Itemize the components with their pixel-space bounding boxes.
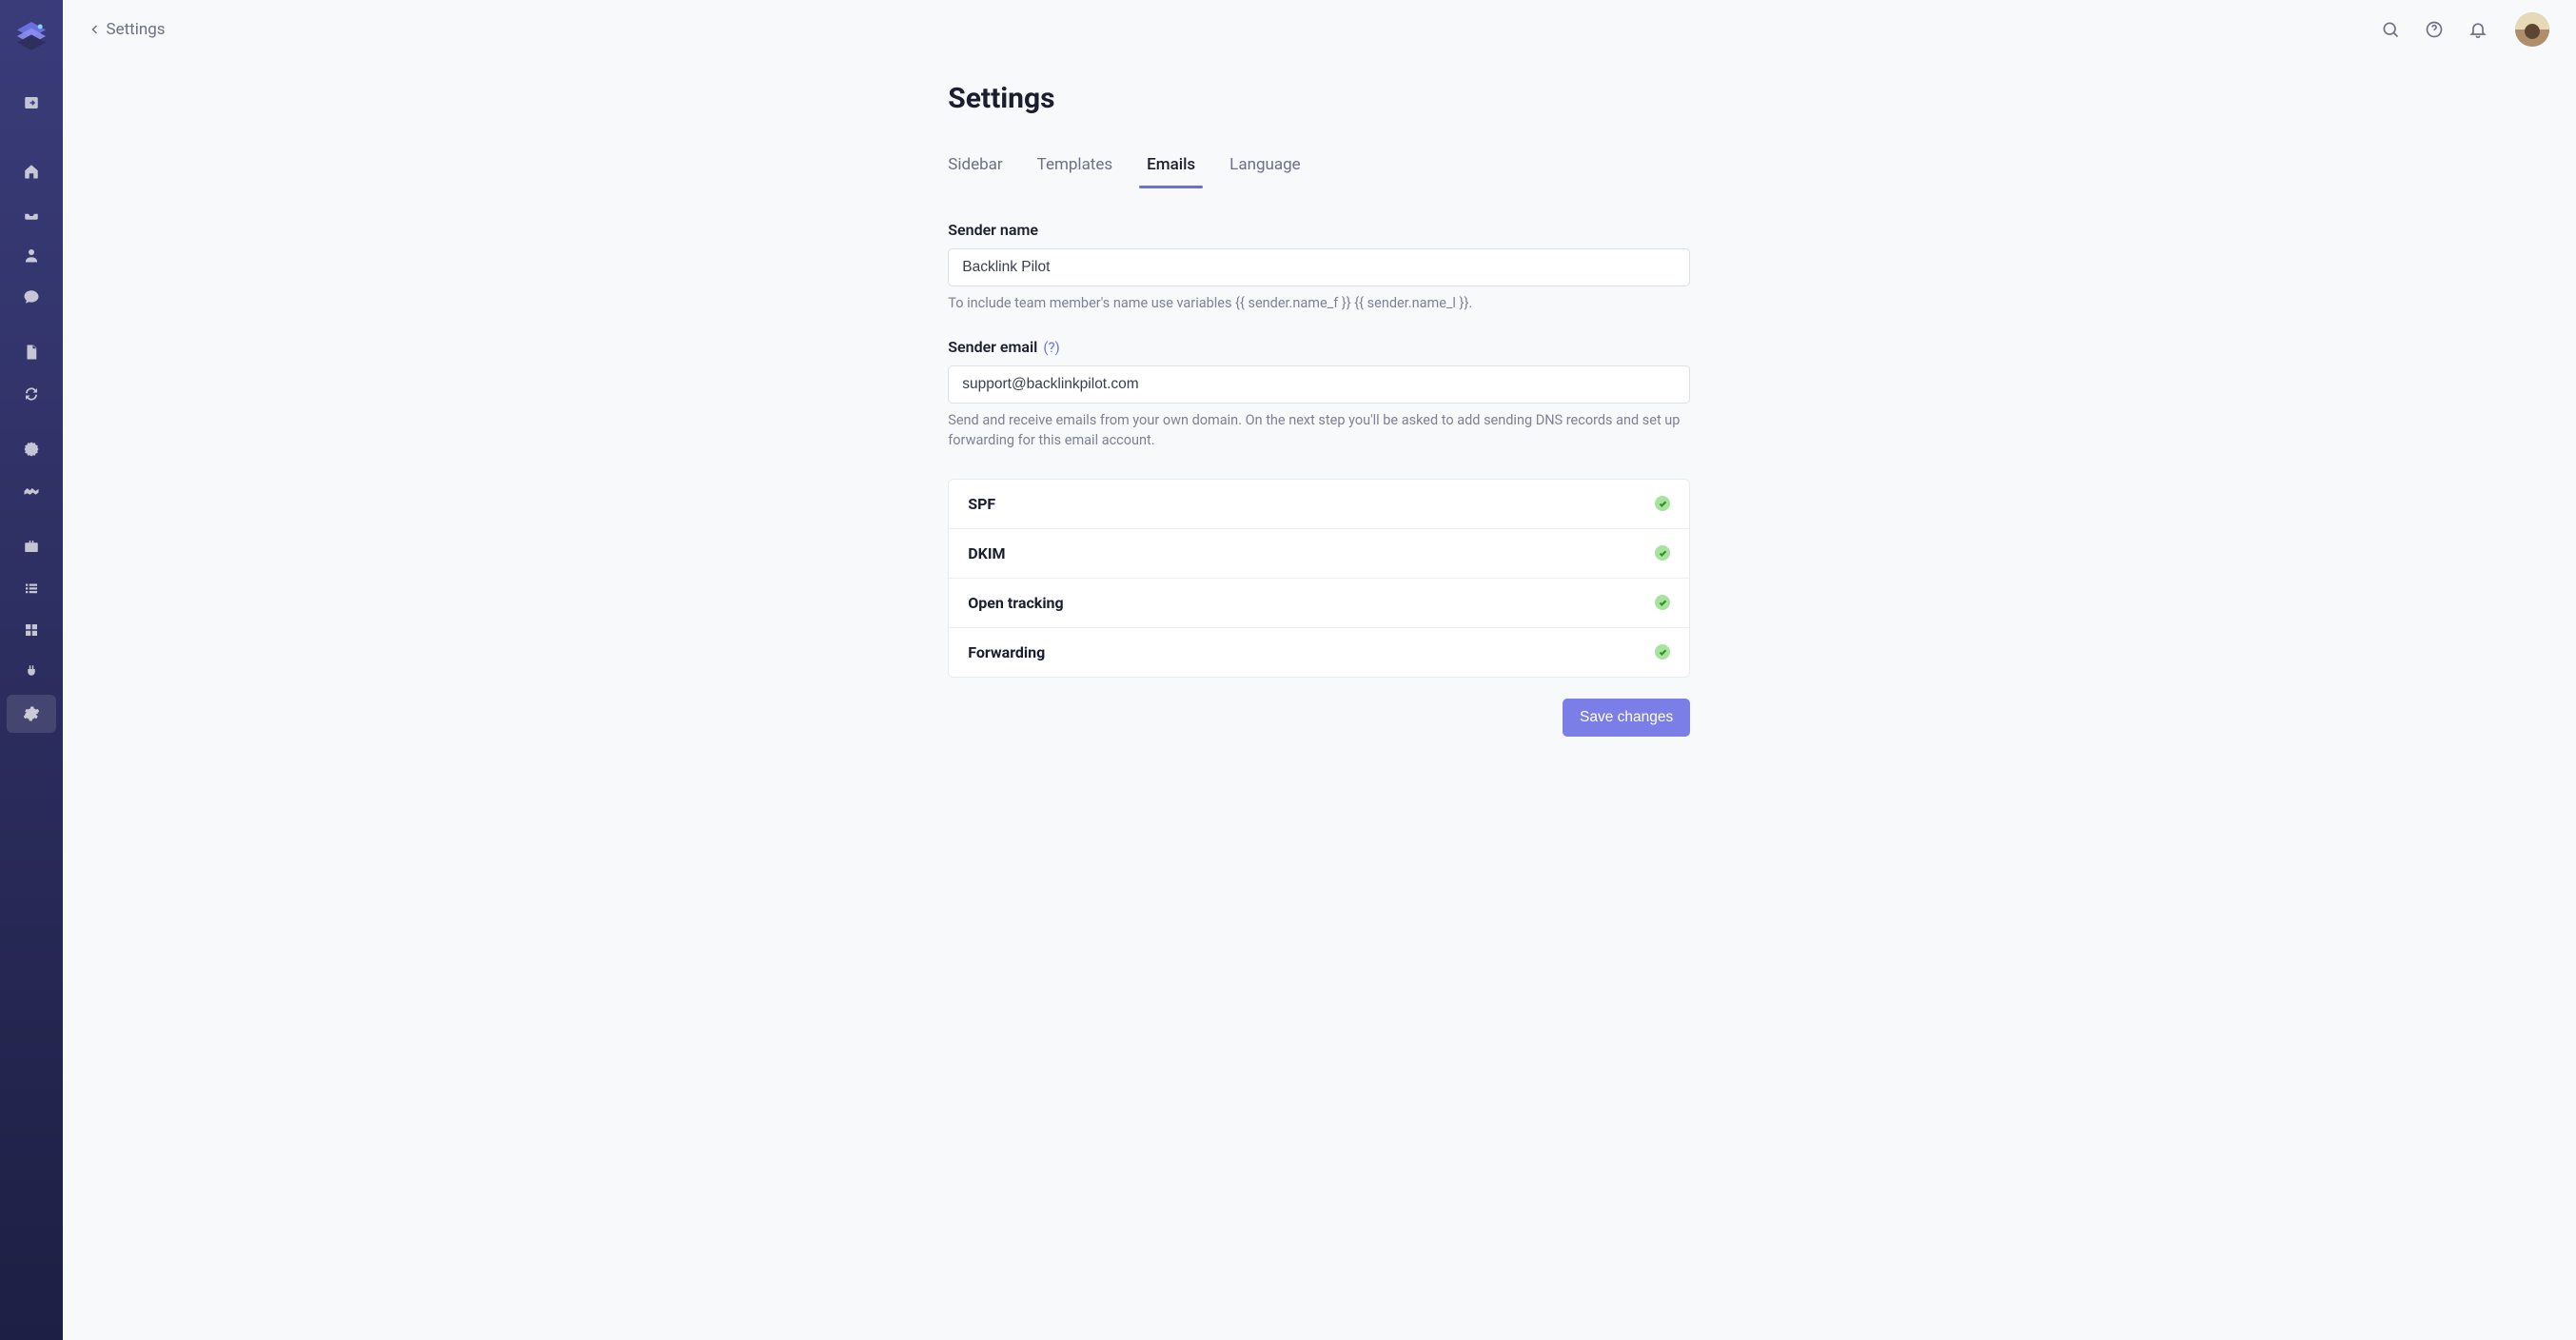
- nav-handshake-icon[interactable]: [7, 472, 56, 510]
- avatar[interactable]: [2515, 12, 2549, 47]
- dns-label: Open tracking: [968, 594, 1063, 612]
- nav-home-icon[interactable]: [7, 152, 56, 190]
- nav-document-icon[interactable]: [7, 333, 56, 371]
- topbar: Settings: [63, 0, 2576, 59]
- dns-row-spf[interactable]: SPF: [949, 480, 1689, 529]
- nav-badge-icon[interactable]: [7, 430, 56, 468]
- dns-label: SPF: [968, 495, 995, 513]
- sender-email-group: Sender email (?) Send and receive emails…: [948, 338, 1690, 450]
- sender-name-hint: To include team member's name use variab…: [948, 294, 1690, 313]
- breadcrumb-label: Settings: [107, 20, 166, 39]
- nav-briefcase-icon[interactable]: [7, 527, 56, 565]
- nav-chat-icon[interactable]: [7, 278, 56, 316]
- sender-name-input[interactable]: [948, 248, 1690, 286]
- tab-emails[interactable]: Emails: [1147, 149, 1195, 187]
- sender-email-input[interactable]: [948, 365, 1690, 404]
- nav-plug-icon[interactable]: [7, 653, 56, 691]
- nav-grid-icon[interactable]: [7, 611, 56, 649]
- tab-templates[interactable]: Templates: [1037, 149, 1113, 187]
- nav-user-icon[interactable]: [7, 236, 56, 274]
- sender-email-hint: Send and receive emails from your own do…: [948, 411, 1690, 450]
- status-ok-icon: [1655, 644, 1670, 660]
- nav-list-icon[interactable]: [7, 569, 56, 607]
- dns-label: DKIM: [968, 544, 1005, 562]
- sender-email-label: Sender email: [948, 338, 1037, 356]
- notifications-button[interactable]: [2460, 11, 2496, 48]
- dns-status-list: SPF DKIM Open tracking Forwarding: [948, 479, 1690, 678]
- app-logo[interactable]: [12, 17, 50, 55]
- page-title: Settings: [948, 82, 1690, 115]
- nav-settings-icon[interactable]: [7, 695, 56, 733]
- nav-arrow-icon[interactable]: [7, 84, 56, 122]
- dns-row-forwarding[interactable]: Forwarding: [949, 628, 1689, 677]
- search-icon: [2381, 20, 2400, 39]
- breadcrumb[interactable]: Settings: [89, 20, 166, 39]
- chevron-left-icon: [89, 24, 101, 35]
- dns-row-dkim[interactable]: DKIM: [949, 529, 1689, 579]
- help-button[interactable]: [2416, 11, 2452, 48]
- tab-language[interactable]: Language: [1229, 149, 1301, 187]
- save-button[interactable]: Save changes: [1563, 699, 1690, 737]
- nav-inbox-icon[interactable]: [7, 194, 56, 232]
- status-ok-icon: [1655, 496, 1670, 511]
- sender-name-group: Sender name To include team member's nam…: [948, 221, 1690, 313]
- search-button[interactable]: [2372, 11, 2409, 48]
- sender-email-help-link[interactable]: (?): [1043, 339, 1059, 356]
- settings-tabs: Sidebar Templates Emails Language: [948, 149, 1690, 188]
- tab-sidebar[interactable]: Sidebar: [948, 149, 1002, 187]
- help-icon: [2425, 20, 2444, 39]
- dns-label: Forwarding: [968, 643, 1045, 661]
- status-ok-icon: [1655, 595, 1670, 610]
- dns-row-open-tracking[interactable]: Open tracking: [949, 579, 1689, 628]
- status-ok-icon: [1655, 545, 1670, 561]
- bell-icon: [2468, 20, 2488, 39]
- nav-refresh-icon[interactable]: [7, 375, 56, 413]
- sidebar-nav: [0, 0, 63, 1340]
- sender-name-label: Sender name: [948, 221, 1038, 239]
